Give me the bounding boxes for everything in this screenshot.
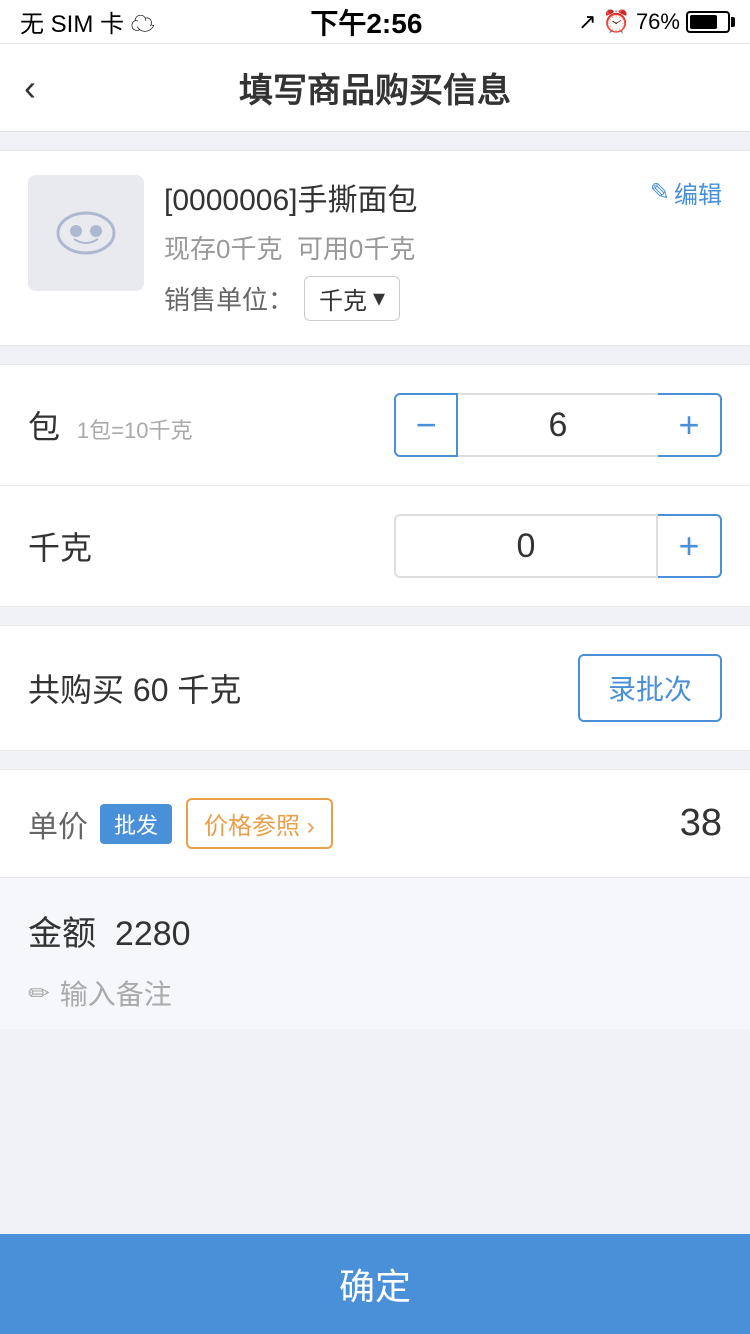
note-placeholder: 输入备注 bbox=[60, 973, 172, 1013]
battery-percent: 76% bbox=[636, 9, 680, 35]
price-reference-button[interactable]: 价格参照 › bbox=[186, 798, 333, 849]
product-section: [0000006]手撕面包 ✎ 编辑 现存0千克 可用0千克 销售单位： 千克 … bbox=[0, 150, 750, 346]
note-row[interactable]: ✏ 输入备注 bbox=[28, 973, 722, 1013]
spacer bbox=[0, 1029, 750, 1234]
package-increment-button[interactable]: + bbox=[658, 393, 722, 457]
kilogram-increment-button[interactable]: + bbox=[658, 514, 722, 578]
alarm-icon: ⏰ bbox=[603, 9, 630, 35]
kilogram-row: 千克 + bbox=[0, 486, 750, 606]
price-value: 38 bbox=[680, 802, 722, 845]
status-bar: 无 SIM 卡 ☁ 下午2:56 ↗ ⏰ 76% bbox=[0, 0, 750, 44]
package-label: 包 1包=10千克 bbox=[28, 402, 394, 448]
product-unit: 销售单位： 千克 ▾ bbox=[164, 276, 722, 321]
gps-icon: ↗ bbox=[578, 9, 596, 35]
product-stock: 现存0千克 可用0千克 bbox=[164, 229, 722, 266]
kilogram-quantity-control: + bbox=[394, 514, 722, 578]
form-section-package: 包 1包=10千克 − + 千克 + bbox=[0, 364, 750, 607]
status-left: 无 SIM 卡 ☁ bbox=[20, 4, 155, 39]
amount-section: 金额 2280 ✏ 输入备注 bbox=[0, 878, 750, 1029]
amount-row: 金额 2280 bbox=[28, 906, 722, 955]
edit-button[interactable]: ✎ 编辑 bbox=[650, 175, 722, 210]
confirm-button[interactable]: 确定 bbox=[0, 1234, 750, 1334]
status-time: 下午2:56 bbox=[310, 2, 422, 42]
chevron-down-icon: ▾ bbox=[373, 284, 385, 313]
back-button[interactable]: ‹ bbox=[24, 67, 36, 109]
price-label: 单价 bbox=[28, 802, 88, 846]
price-type-tag: 批发 bbox=[100, 804, 172, 844]
package-sub-label: 1包=10千克 bbox=[77, 418, 193, 443]
product-info: [0000006]手撕面包 ✎ 编辑 现存0千克 可用0千克 销售单位： 千克 … bbox=[164, 175, 722, 321]
kilogram-quantity-input[interactable] bbox=[394, 514, 658, 578]
kilogram-label: 千克 bbox=[28, 523, 394, 569]
amount-value: 2280 bbox=[115, 915, 191, 953]
nav-bar: ‹ 填写商品购买信息 bbox=[0, 44, 750, 132]
summary-text: 共购买 60 千克 bbox=[28, 665, 241, 711]
price-section: 单价 批发 价格参照 › 38 bbox=[0, 769, 750, 878]
summary-section: 共购买 60 千克 录批次 bbox=[0, 625, 750, 751]
package-row: 包 1包=10千克 − + bbox=[0, 365, 750, 486]
product-name: [0000006]手撕面包 bbox=[164, 175, 417, 219]
no-sim-text: 无 SIM 卡 ☁ bbox=[20, 4, 155, 39]
package-quantity-input[interactable] bbox=[458, 393, 658, 457]
battery-icon bbox=[686, 11, 730, 33]
pencil-icon: ✏ bbox=[28, 978, 50, 1009]
product-image bbox=[28, 175, 144, 291]
edit-icon: ✎ bbox=[650, 178, 670, 207]
page-title: 填写商品购买信息 bbox=[239, 63, 511, 112]
package-quantity-control: − + bbox=[394, 393, 722, 457]
status-right: ↗ ⏰ 76% bbox=[578, 9, 730, 35]
package-decrement-button[interactable]: − bbox=[394, 393, 458, 457]
batch-button[interactable]: 录批次 bbox=[578, 654, 722, 722]
unit-selector[interactable]: 千克 ▾ bbox=[304, 276, 400, 321]
product-logo-icon bbox=[56, 203, 116, 263]
